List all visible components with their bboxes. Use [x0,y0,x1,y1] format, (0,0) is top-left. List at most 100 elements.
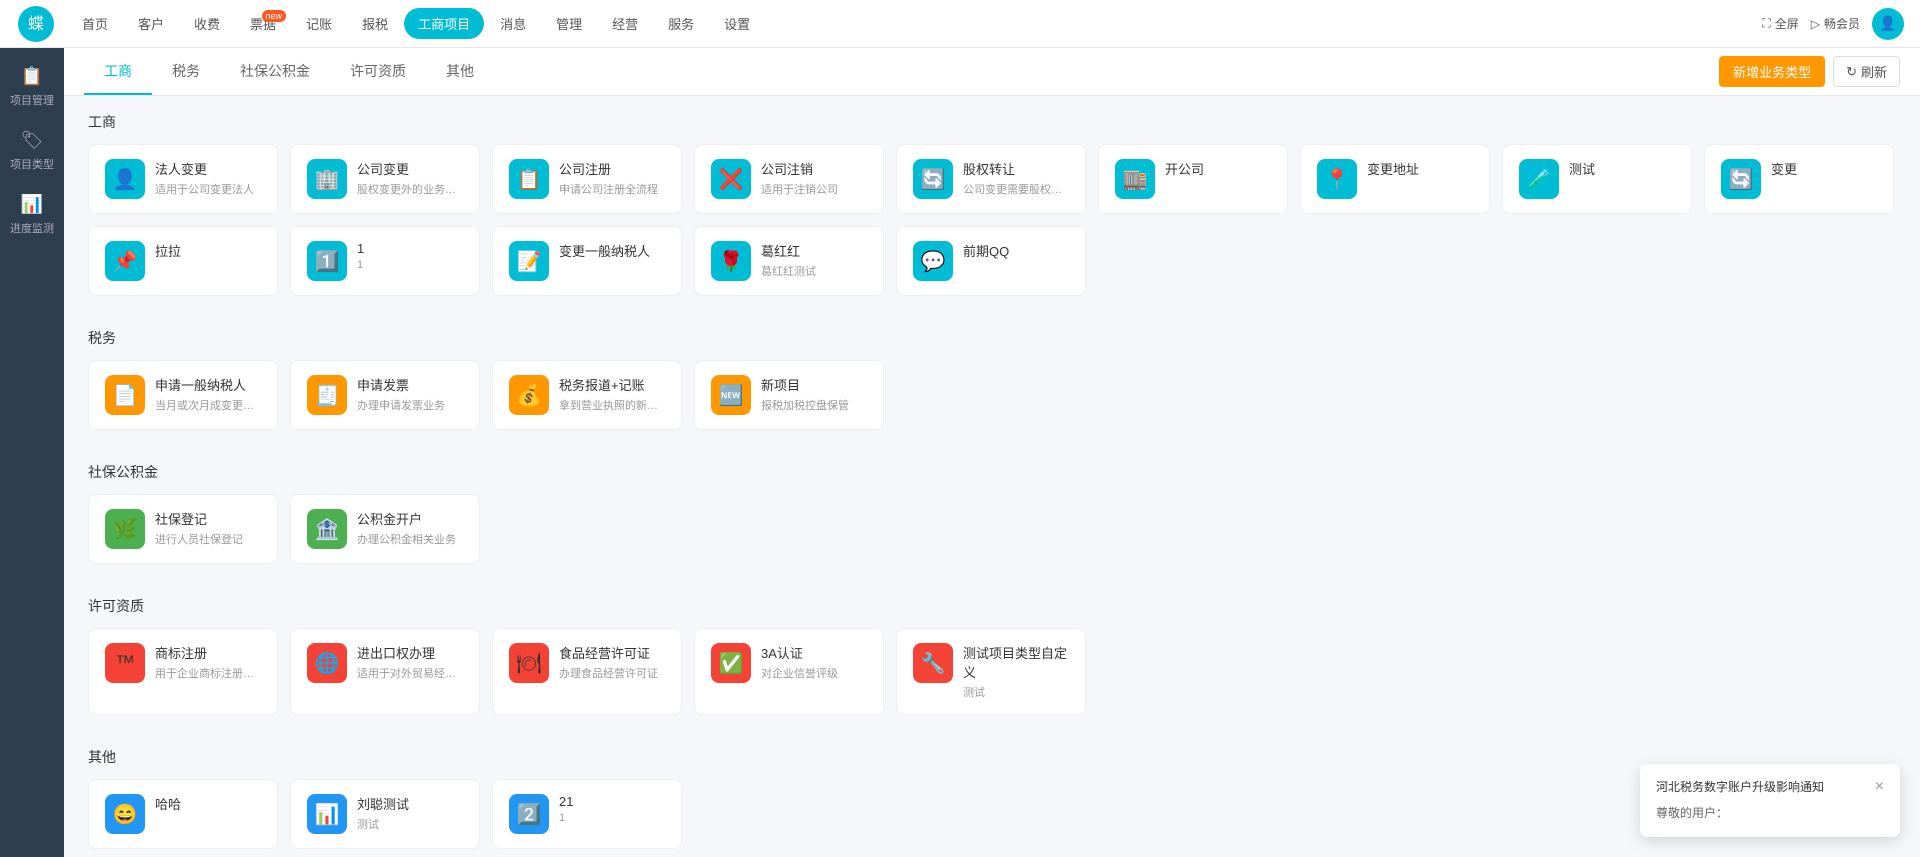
card-text: 进出口权办理 适用于对外贸易经营者 [357,643,463,681]
card-开公司[interactable]: 🏬 开公司 [1098,144,1288,214]
card-股权转让[interactable]: 🔄 股权转让 公司变更需要股权转让 [896,144,1086,214]
tab-税务[interactable]: 税务 [152,49,220,95]
card-公司注销[interactable]: ❌ 公司注销 适用于注销公司 [694,144,884,214]
card-社保登记[interactable]: 🌿 社保登记 进行人员社保登记 [88,494,278,564]
nav-item-服务[interactable]: 服务 [654,8,708,39]
tab-社保公积金[interactable]: 社保公积金 [220,49,330,95]
card-text: 商标注册 用于企业商标注册服务 [155,643,261,681]
card-icon: 🔧 [913,643,953,683]
tab-其他[interactable]: 其他 [426,49,494,95]
member-btn[interactable]: ▷ 畅会员 [1811,15,1860,32]
sidebar-item-项目类型[interactable]: 🏷 项目类型 [4,120,60,180]
card-text: 税务报道+记账 拿到营业执照的新公司 [559,375,665,413]
card-desc: 对企业信誉评级 [761,665,867,681]
logo[interactable]: 蝶 [16,4,56,44]
card-申请发票[interactable]: 🧾 申请发票 办理申请发票业务 [290,360,480,430]
card-法人变更[interactable]: 👤 法人变更 适用于公司变更法人 [88,144,278,214]
section-title: 许可资质 [88,596,1896,616]
card-icon: ™ [105,643,145,683]
nav-item-报税[interactable]: 报税 [348,8,402,39]
main-layout: 📋 项目管理 🏷 项目类型 📊 进度监测 工商税务社保公积金许可资质其他 新增业… [0,48,1920,857]
card-desc: 公司变更需要股权转让 [963,181,1069,197]
nav-item-消息[interactable]: 消息 [486,8,540,39]
nav-item-收费[interactable]: 收费 [180,8,234,39]
card-icon: 💬 [913,241,953,281]
card-公司变更[interactable]: 🏢 公司变更 股权变更外的业务变更 [290,144,480,214]
card-desc: 测试 [963,684,1069,700]
tab-许可资质[interactable]: 许可资质 [330,49,426,95]
card-text: 3A认证 对企业信誉评级 [761,643,867,681]
card-拉拉[interactable]: 📌 拉拉 [88,226,278,296]
notif-close-button[interactable]: × [1875,778,1884,796]
card-text: 拉拉 [155,241,261,263]
card-3A认证[interactable]: ✅ 3A认证 对企业信誉评级 [694,628,884,715]
card-icon: 🔄 [1721,159,1761,199]
section-title: 其他 [88,747,1896,767]
sidebar-item-项目管理[interactable]: 📋 项目管理 [4,56,60,116]
card-title: 哈哈 [155,794,261,813]
card-icon: 📌 [105,241,145,281]
card-icon: 🔄 [913,159,953,199]
nav-item-工商项目[interactable]: 工商项目 [404,8,484,39]
refresh-button[interactable]: ↻ 刷新 [1833,56,1900,87]
card-新项目[interactable]: 🆕 新项目 报税加税控盘保管 [694,360,884,430]
card-申请一般纳税人[interactable]: 📄 申请一般纳税人 当月或次月成变更完成 [88,360,278,430]
card-title: 法人变更 [155,159,261,178]
card-刘聪测试[interactable]: 📊 刘聪测试 测试 [290,779,480,849]
card-icon: ❌ [711,159,751,199]
card-21[interactable]: 2️⃣ 21 1 [492,779,682,849]
nav-item-首页[interactable]: 首页 [68,8,122,39]
card-text: 刘聪测试 测试 [357,794,463,832]
notif-body-text: 尊敬的用户： [1656,806,1728,820]
card-icon: 💰 [509,375,549,415]
card-前期QQ[interactable]: 💬 前期QQ [896,226,1086,296]
card-icon: 📄 [105,375,145,415]
sidebar-item-进度监测[interactable]: 📊 进度监测 [4,184,60,244]
tab-工商[interactable]: 工商 [84,49,152,95]
sidebar-label: 项目类型 [10,156,54,172]
card-icon: 🌹 [711,241,751,281]
add-type-button[interactable]: 新增业务类型 [1719,56,1825,87]
member-label: 畅会员 [1824,15,1860,32]
section-title: 工商 [88,112,1896,132]
card-icon: 📍 [1317,159,1357,199]
nav-item-票据[interactable]: 票据new [236,8,290,39]
card-变更[interactable]: 🔄 变更 [1704,144,1894,214]
card-税务报道+记账[interactable]: 💰 税务报道+记账 拿到营业执照的新公司 [492,360,682,430]
card-变更一般纳税人[interactable]: 📝 变更一般纳税人 [492,226,682,296]
card-测试[interactable]: 🧪 测试 [1502,144,1692,214]
card-text: 申请一般纳税人 当月或次月成变更完成 [155,375,261,413]
avatar[interactable]: 👤 [1872,8,1904,40]
card-text: 食品经营许可证 办理食品经营许可证 [559,643,665,681]
card-title: 葛红红 [761,241,867,260]
card-title: 公司注册 [559,159,665,178]
card-1[interactable]: 1️⃣ 1 1 [290,226,480,296]
card-icon: 🏬 [1115,159,1155,199]
card-进出口权办理[interactable]: 🌐 进出口权办理 适用于对外贸易经营者 [290,628,480,715]
card-desc: 办理公积金相关业务 [357,531,463,547]
card-葛红红[interactable]: 🌹 葛红红 葛红红测试 [694,226,884,296]
card-title: 刘聪测试 [357,794,463,813]
card-icon: 📊 [307,794,347,834]
card-icon: 1️⃣ [307,241,347,281]
nav-item-记账[interactable]: 记账 [292,8,346,39]
nav-item-设置[interactable]: 设置 [710,8,764,39]
nav-items: 首页客户收费票据new记账报税工商项目消息管理经营服务设置 [68,8,1762,39]
member-icon: ▷ [1811,17,1820,31]
card-食品经营许可证[interactable]: 🍽 食品经营许可证 办理食品经营许可证 [492,628,682,715]
card-测试项目类型自定义[interactable]: 🔧 测试项目类型自定义 测试 [896,628,1086,715]
nav-item-客户[interactable]: 客户 [124,8,178,39]
card-哈哈[interactable]: 😄 哈哈 [88,779,278,849]
nav-item-经营[interactable]: 经营 [598,8,652,39]
section-gongshang: 工商 👤 法人变更 适用于公司变更法人 🏢 公司变更 股权变更外的业务变更 📋 … [64,96,1920,312]
card-title: 变更一般纳税人 [559,241,665,260]
card-desc: 申请公司注册全流程 [559,181,665,197]
card-商标注册[interactable]: ™ 商标注册 用于企业商标注册服务 [88,628,278,715]
sidebar-label: 进度监测 [10,220,54,236]
nav-item-管理[interactable]: 管理 [542,8,596,39]
card-公司注册[interactable]: 📋 公司注册 申请公司注册全流程 [492,144,682,214]
card-公积金开户[interactable]: 🏦 公积金开户 办理公积金相关业务 [290,494,480,564]
fullscreen-btn[interactable]: ⛶ 全屏 [1762,15,1798,32]
card-desc: 办理食品经营许可证 [559,665,665,681]
card-变更地址[interactable]: 📍 变更地址 [1300,144,1490,214]
